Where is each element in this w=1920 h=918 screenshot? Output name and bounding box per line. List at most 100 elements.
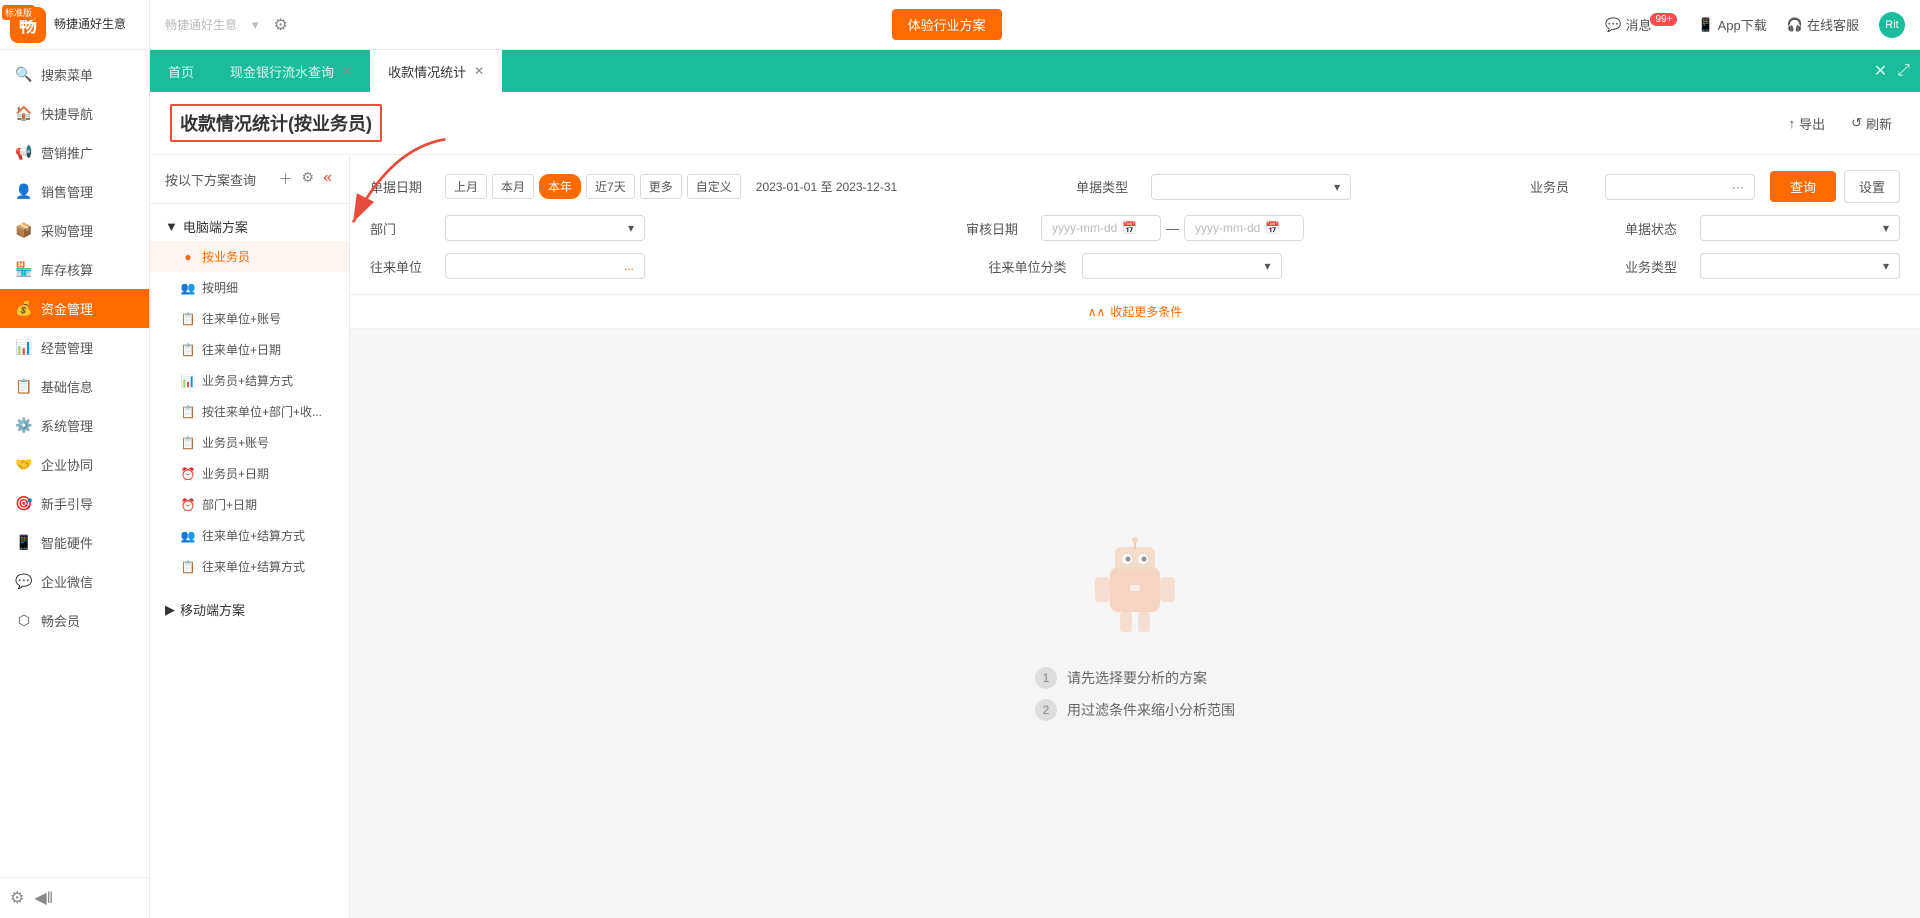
btn-this-month[interactable]: 本月	[492, 174, 534, 199]
message-icon: 💬	[1605, 17, 1621, 33]
scheme-unit-payment1[interactable]: 👥 往来单位+结算方式	[150, 520, 349, 551]
btn-this-year[interactable]: 本年	[539, 174, 581, 199]
left-panel-header-actions: ＋ ⚙ «	[277, 167, 334, 191]
scheme-unit-date[interactable]: 📋 往来单位+日期	[150, 334, 349, 365]
sidebar-item-hardware[interactable]: 📱 智能硬件	[0, 523, 149, 562]
sidebar-item-finance[interactable]: 💰 资金管理	[0, 289, 149, 328]
empty-state: 1 请先选择要分析的方案 2 用过滤条件来缩小分析范围	[1035, 527, 1235, 721]
btn-more-date[interactable]: 更多	[640, 174, 682, 199]
dept-select[interactable]: ▾	[445, 215, 645, 241]
app-download-btn[interactable]: 📱 App下载	[1697, 15, 1766, 34]
tab-maximize-btn[interactable]: ⤢	[1897, 62, 1910, 80]
tab-cashflow[interactable]: 现金银行流水查询 ✕	[212, 50, 370, 92]
sidebar-item-operation[interactable]: 📊 经营管理	[0, 328, 149, 367]
business-type-select[interactable]: ▾	[1700, 253, 1900, 279]
inventory-icon: 🏪	[15, 261, 33, 279]
sidebar-item-quicknav[interactable]: 🏠 快捷导航	[0, 94, 149, 133]
mobile-section-title[interactable]: ▶ 移动端方案	[150, 592, 349, 624]
scheme-unit-payment2[interactable]: 📋 往来单位+结算方式	[150, 551, 349, 582]
sidebar-item-purchase[interactable]: 📦 采购管理	[0, 211, 149, 250]
audit-date-to[interactable]: yyyy-mm-dd 📅	[1184, 215, 1304, 241]
user-avatar[interactable]: Rit	[1879, 12, 1905, 38]
sidebar-item-search[interactable]: 🔍 搜索菜单	[0, 55, 149, 94]
counterpart-select[interactable]: ...	[445, 253, 645, 279]
tab-close-all-btn[interactable]: ✕	[1874, 61, 1887, 81]
step-num-1: 1	[1035, 667, 1057, 689]
sidebar-item-basic[interactable]: 📋 基础信息	[0, 367, 149, 406]
btn-custom-date[interactable]: 自定义	[687, 174, 741, 199]
settings-bottom-icon[interactable]: ⚙	[10, 888, 24, 908]
salesperson-select[interactable]: ···	[1605, 174, 1755, 200]
gear-icon[interactable]: ⚙	[274, 15, 288, 35]
business-type-chevron: ▾	[1883, 259, 1889, 273]
sidebar-item-guide[interactable]: 🎯 新手引导	[0, 484, 149, 523]
sidebar-item-sales[interactable]: 👤 销售管理	[0, 172, 149, 211]
message-btn[interactable]: 💬 消息 99+	[1605, 15, 1677, 34]
collapse-bar[interactable]: ∧∧ 收起更多条件	[350, 295, 1920, 329]
scheme-unit-dept[interactable]: 📋 按往来单位+部门+收...	[150, 396, 349, 427]
wechat-icon: 💬	[15, 573, 33, 591]
tab-home[interactable]: 首页	[150, 50, 212, 92]
dept-label: 部门	[370, 219, 430, 238]
scheme-salesperson-account[interactable]: 📋 业务员+账号	[150, 427, 349, 458]
salesperson-payment-icon: 📊	[180, 373, 196, 389]
mobile-expand-icon: ▶	[165, 602, 175, 618]
tab-bar-actions: ✕ ⤢	[1874, 61, 1920, 81]
sidebar-item-system[interactable]: ⚙️ 系统管理	[0, 406, 149, 445]
sidebar-item-wechat[interactable]: 💬 企业微信	[0, 562, 149, 601]
empty-steps: 1 请先选择要分析的方案 2 用过滤条件来缩小分析范围	[1035, 667, 1235, 721]
refresh-btn[interactable]: ↺ 刷新	[1843, 110, 1900, 137]
tab-receipts[interactable]: 收款情况统计 ✕	[370, 50, 502, 92]
empty-step-1: 1 请先选择要分析的方案	[1035, 667, 1235, 689]
export-btn[interactable]: ↑ 导出	[1781, 110, 1834, 137]
online-service-btn[interactable]: 🎧 在线客服	[1787, 15, 1859, 34]
add-scheme-btn[interactable]: ＋	[277, 167, 295, 191]
btn-last-7days[interactable]: 近7天	[586, 174, 635, 199]
audit-date-from[interactable]: yyyy-mm-dd 📅	[1041, 215, 1161, 241]
btn-last-month[interactable]: 上月	[445, 174, 487, 199]
tab-receipts-close[interactable]: ✕	[474, 64, 484, 78]
audit-date-group: yyyy-mm-dd 📅 — yyyy-mm-dd 📅	[1041, 215, 1304, 241]
scheme-dept-date[interactable]: ⏰ 部门+日期	[150, 489, 349, 520]
left-panel-header: 按以下方案查询 ＋ ⚙ «	[150, 155, 349, 204]
collapse-sidebar-icon[interactable]: ◀‖	[34, 888, 53, 908]
desktop-section-title[interactable]: ▼ 电脑端方案	[150, 209, 349, 241]
counterpart-more-btn[interactable]: ...	[624, 259, 634, 273]
finance-icon: 💰	[15, 300, 33, 318]
salesperson-label: 业务员	[1530, 177, 1590, 196]
scheme-by-detail[interactable]: 👥 按明细	[150, 272, 349, 303]
guide-icon: 🎯	[15, 495, 33, 513]
chevron-down-icon: ▾	[1334, 180, 1340, 194]
sidebar-item-marketing[interactable]: 📢 营销推广	[0, 133, 149, 172]
trial-btn[interactable]: 体验行业方案	[892, 9, 1002, 40]
cooperation-icon: 🤝	[15, 456, 33, 474]
sidebar: 畅 畅捷通好生意 标准版 🔍 搜索菜单 🏠 快捷导航 📢 营销推广 👤 销售管理…	[0, 0, 150, 918]
avatar: Rit	[1879, 12, 1905, 38]
tab-cashflow-close[interactable]: ✕	[342, 64, 352, 78]
voucher-type-select[interactable]: ▾	[1151, 174, 1351, 200]
filter-area: 单据日期 上月 本月 本年 近7天 更多 自定义 2023-01-01 至 20…	[350, 155, 1920, 295]
counterpart-category-label: 往来单位分类	[989, 257, 1067, 276]
scheme-salesperson-date[interactable]: ⏰ 业务员+日期	[150, 458, 349, 489]
sidebar-item-member[interactable]: ⬡ 畅会员	[0, 601, 149, 640]
voucher-status-select[interactable]: ▾	[1700, 215, 1900, 241]
search-btn[interactable]: 查询	[1770, 171, 1836, 202]
sidebar-item-cooperation[interactable]: 🤝 企业协同	[0, 445, 149, 484]
sidebar-item-inventory[interactable]: 🏪 库存核算	[0, 250, 149, 289]
scheme-salesperson-payment[interactable]: 📊 业务员+结算方式	[150, 365, 349, 396]
home-icon: 🏠	[15, 105, 33, 123]
collapse-panel-btn[interactable]: «	[321, 167, 334, 191]
calendar-icon-2: 📅	[1265, 221, 1280, 235]
topbar: 畅捷通好生意 ▾ ⚙ 体验行业方案 💬 消息 99+ 📱 App下载 🎧 在线客…	[150, 0, 1920, 50]
calendar-icon: 📅	[1122, 221, 1137, 235]
member-icon: ⬡	[15, 612, 33, 630]
scheme-by-salesperson[interactable]: ● 按业务员	[150, 241, 349, 272]
sales-icon: 👤	[15, 183, 33, 201]
manage-scheme-btn[interactable]: ⚙	[300, 167, 317, 191]
counterpart-category-select[interactable]: ▾	[1082, 253, 1282, 279]
settings-btn[interactable]: 设置	[1844, 170, 1900, 203]
voucher-type-label: 单据类型	[1076, 177, 1136, 196]
page-title: 收款情况统计(按业务员)	[170, 104, 382, 142]
unit-payment2-icon: 📋	[180, 559, 196, 575]
scheme-unit-account[interactable]: 📋 往来单位+账号	[150, 303, 349, 334]
